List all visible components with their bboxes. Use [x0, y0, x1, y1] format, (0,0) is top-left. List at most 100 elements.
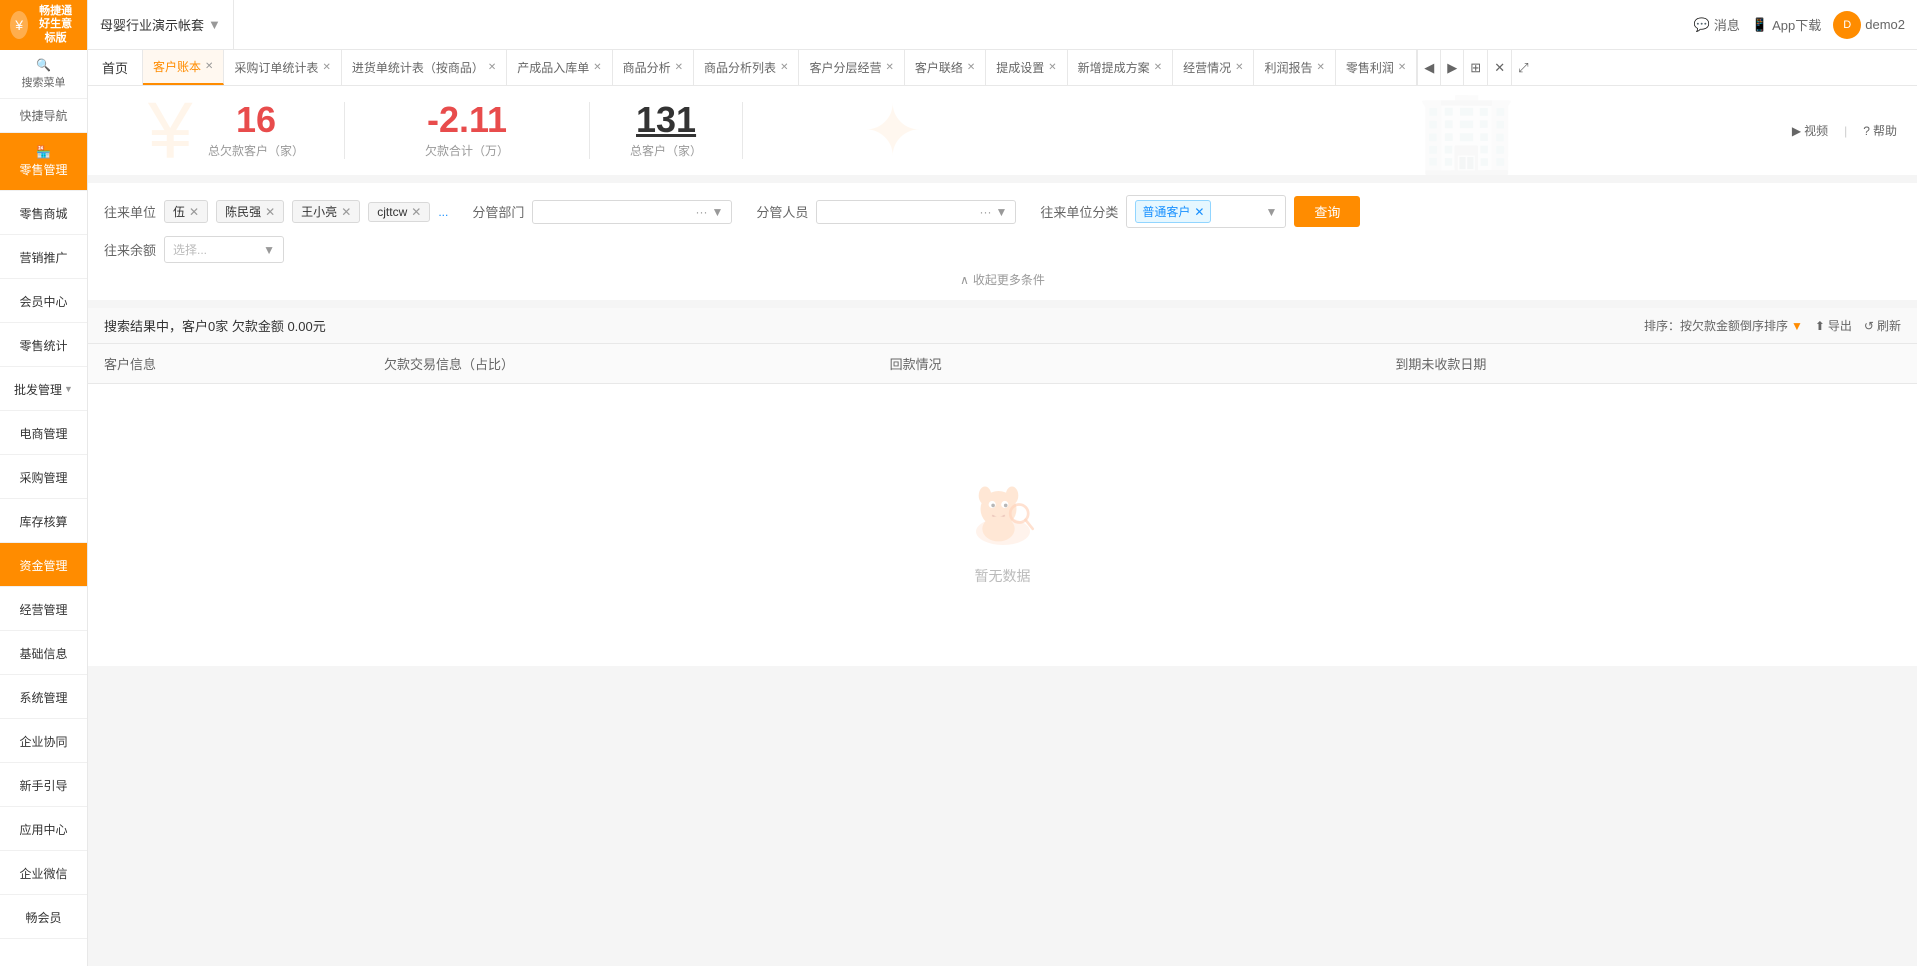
- sidebar-item-wechat[interactable]: 企业微信: [0, 851, 87, 895]
- stat-total-customers: 131 总客户（家）: [590, 102, 743, 159]
- sidebar-quick-nav[interactable]: 快捷导航: [0, 99, 87, 133]
- page-content: ¥ ✦ 🏢 16 总欠款客户（家） -2.11 欠款合计（万） 131: [88, 86, 1917, 966]
- sidebar-item-ecommerce[interactable]: 电商管理: [0, 411, 87, 455]
- tab-close-icon[interactable]: ✕: [780, 62, 788, 73]
- tab-profit-report[interactable]: 利润报告 ✕: [1254, 50, 1335, 85]
- sidebar-search-btn[interactable]: 🔍 搜索菜单: [0, 50, 87, 99]
- refresh-btn[interactable]: ↺ 刷新: [1864, 317, 1901, 334]
- sidebar-item-basic-info[interactable]: 基础信息: [0, 631, 87, 675]
- sort-select[interactable]: 排序：按欠款金额倒序排序 ▼: [1644, 317, 1803, 334]
- tag-close-chen[interactable]: ✕: [265, 205, 275, 219]
- sidebar-item-marketing[interactable]: 营销推广: [0, 235, 87, 279]
- tab-product-analysis[interactable]: 商品分析 ✕: [613, 50, 694, 85]
- export-icon: ⬆: [1815, 319, 1825, 333]
- sidebar-item-member[interactable]: 会员中心: [0, 279, 87, 323]
- video-btn[interactable]: ▶ 视频: [1792, 122, 1828, 139]
- avatar: D: [1833, 11, 1861, 39]
- tab-production-inbound[interactable]: 产成品入库单 ✕: [507, 50, 612, 85]
- tab-close-icon[interactable]: ✕: [1317, 62, 1325, 73]
- sidebar-item-appcenter[interactable]: 应用中心: [0, 807, 87, 851]
- sidebar-item-collab[interactable]: 企业协同: [0, 719, 87, 763]
- refresh-icon: ↺: [1864, 319, 1874, 333]
- tab-nav-close-all[interactable]: ✕: [1487, 50, 1511, 85]
- category-tag[interactable]: 普通客户 ✕: [1135, 200, 1211, 223]
- tab-nav-fullscreen[interactable]: ⤢: [1511, 50, 1534, 85]
- tag-close-cjttcw[interactable]: ✕: [411, 205, 421, 219]
- tab-nav-more[interactable]: ⊞: [1463, 50, 1487, 85]
- tab-close-icon[interactable]: ✕: [488, 62, 496, 73]
- tab-customer-contact[interactable]: 客户联络 ✕: [905, 50, 986, 85]
- filter-more-units[interactable]: ...: [438, 205, 448, 219]
- tab-retail-profit[interactable]: 零售利润 ✕: [1336, 50, 1417, 85]
- sidebar-item-newuser[interactable]: 新手引导: [0, 763, 87, 807]
- tab-close-icon[interactable]: ✕: [205, 61, 213, 72]
- tab-close-icon[interactable]: ✕: [675, 62, 683, 73]
- empty-state: 暂无数据: [88, 384, 1917, 666]
- tab-close-icon[interactable]: ✕: [1398, 62, 1406, 73]
- stat-bg-icon-center: ✦: [863, 90, 922, 172]
- sidebar-item-changhui[interactable]: 畅会员: [0, 895, 87, 939]
- filter-tag-wang[interactable]: 王小亮 ✕: [292, 200, 360, 223]
- account-dropdown[interactable]: 母婴行业演示帐套 ▼: [88, 0, 234, 49]
- tab-nav-right[interactable]: ▶: [1440, 50, 1463, 85]
- video-icon: ▶: [1792, 124, 1801, 138]
- sidebar-item-finance[interactable]: 资金管理: [0, 543, 87, 587]
- unit-label: 往来单位: [104, 202, 156, 221]
- dept-select[interactable]: ··· ▼: [532, 200, 732, 224]
- chevron-up-icon: ∧: [960, 273, 969, 287]
- help-btn[interactable]: ? 帮助: [1863, 122, 1897, 139]
- account-selector[interactable]: 母婴行业演示帐套 ▼: [88, 0, 234, 49]
- filter-tag-chen[interactable]: 陈民强 ✕: [216, 200, 284, 223]
- sidebar-item-system[interactable]: 系统管理: [0, 675, 87, 719]
- col-customer-info: 客户信息: [104, 354, 384, 373]
- sidebar-item-operations[interactable]: 经营管理: [0, 587, 87, 631]
- tab-product-analysis-list[interactable]: 商品分析列表 ✕: [694, 50, 799, 85]
- tab-close-icon[interactable]: ✕: [885, 62, 893, 73]
- tag-close-wu[interactable]: ✕: [189, 205, 199, 219]
- stat-total-debt-customers: 16 总欠款客户（家）: [108, 102, 345, 159]
- export-btn[interactable]: ⬆ 导出: [1815, 317, 1852, 334]
- stats-section: ¥ ✦ 🏢 16 总欠款客户（家） -2.11 欠款合计（万） 131: [88, 86, 1917, 175]
- filter-tag-wu[interactable]: 伍 ✕: [164, 200, 208, 223]
- category-select[interactable]: 普通客户 ✕ ▼: [1126, 195, 1286, 228]
- query-button[interactable]: 查询: [1294, 196, 1360, 227]
- message-icon: 💬: [1694, 17, 1710, 33]
- sort-label: 排序：按欠款金额倒序排序: [1644, 317, 1788, 334]
- empty-text: 暂无数据: [975, 566, 1031, 586]
- balance-select[interactable]: 选择... ▼: [164, 236, 284, 263]
- stat-debt-amount-number: -2.11: [427, 102, 507, 138]
- collapse-btn[interactable]: ∧ 收起更多条件: [104, 271, 1901, 288]
- col-repayment: 回款情况: [890, 354, 1396, 373]
- sidebar-item-inventory[interactable]: 库存核算: [0, 499, 87, 543]
- tag-close-category[interactable]: ✕: [1194, 205, 1204, 219]
- sidebar-item-retail-mgmt[interactable]: 🏪 零售管理: [0, 133, 87, 191]
- tab-customer-tiering[interactable]: 客户分层经营 ✕: [799, 50, 904, 85]
- user-profile[interactable]: D demo2: [1833, 11, 1905, 39]
- tab-add-commission[interactable]: 新增提成方案 ✕: [1068, 50, 1173, 85]
- tab-close-icon[interactable]: ✕: [322, 62, 330, 73]
- tab-close-icon[interactable]: ✕: [593, 62, 601, 73]
- sidebar-item-retail-stats[interactable]: 零售统计: [0, 323, 87, 367]
- tab-nav-left[interactable]: ◀: [1417, 50, 1440, 85]
- sidebar-item-wholesale[interactable]: 批发管理 ▼: [0, 367, 87, 411]
- download-icon: 📱: [1752, 17, 1768, 33]
- sidebar-item-purchase[interactable]: 采购管理: [0, 455, 87, 499]
- tab-close-icon[interactable]: ✕: [1235, 62, 1243, 73]
- tag-close-wang[interactable]: ✕: [341, 205, 351, 219]
- tab-home[interactable]: 首页: [88, 50, 143, 85]
- tab-commission-settings[interactable]: 提成设置 ✕: [986, 50, 1067, 85]
- filter-tag-cjttcw[interactable]: cjttcw ✕: [368, 202, 430, 222]
- tab-purchase-order-stats[interactable]: 采购订单统计表 ✕: [224, 50, 341, 85]
- tab-close-icon[interactable]: ✕: [1048, 62, 1056, 73]
- stat-debt-customers-number: 16: [236, 102, 276, 138]
- sidebar-logo: ¥ 畅捷通好生意 标版: [0, 0, 87, 50]
- message-btn[interactable]: 💬 消息: [1694, 15, 1740, 34]
- tab-purchase-stats-by-product[interactable]: 进货单统计表（按商品） ✕: [342, 50, 507, 85]
- sidebar-item-retail-shop[interactable]: 零售商城: [0, 191, 87, 235]
- person-select[interactable]: ··· ▼: [816, 200, 1016, 224]
- tab-close-icon[interactable]: ✕: [967, 62, 975, 73]
- app-download-btn[interactable]: 📱 App下载: [1752, 15, 1821, 34]
- tab-customer-ledger[interactable]: 客户账本 ✕: [143, 50, 224, 85]
- tab-operations[interactable]: 经营情况 ✕: [1173, 50, 1254, 85]
- tab-close-icon[interactable]: ✕: [1154, 62, 1162, 73]
